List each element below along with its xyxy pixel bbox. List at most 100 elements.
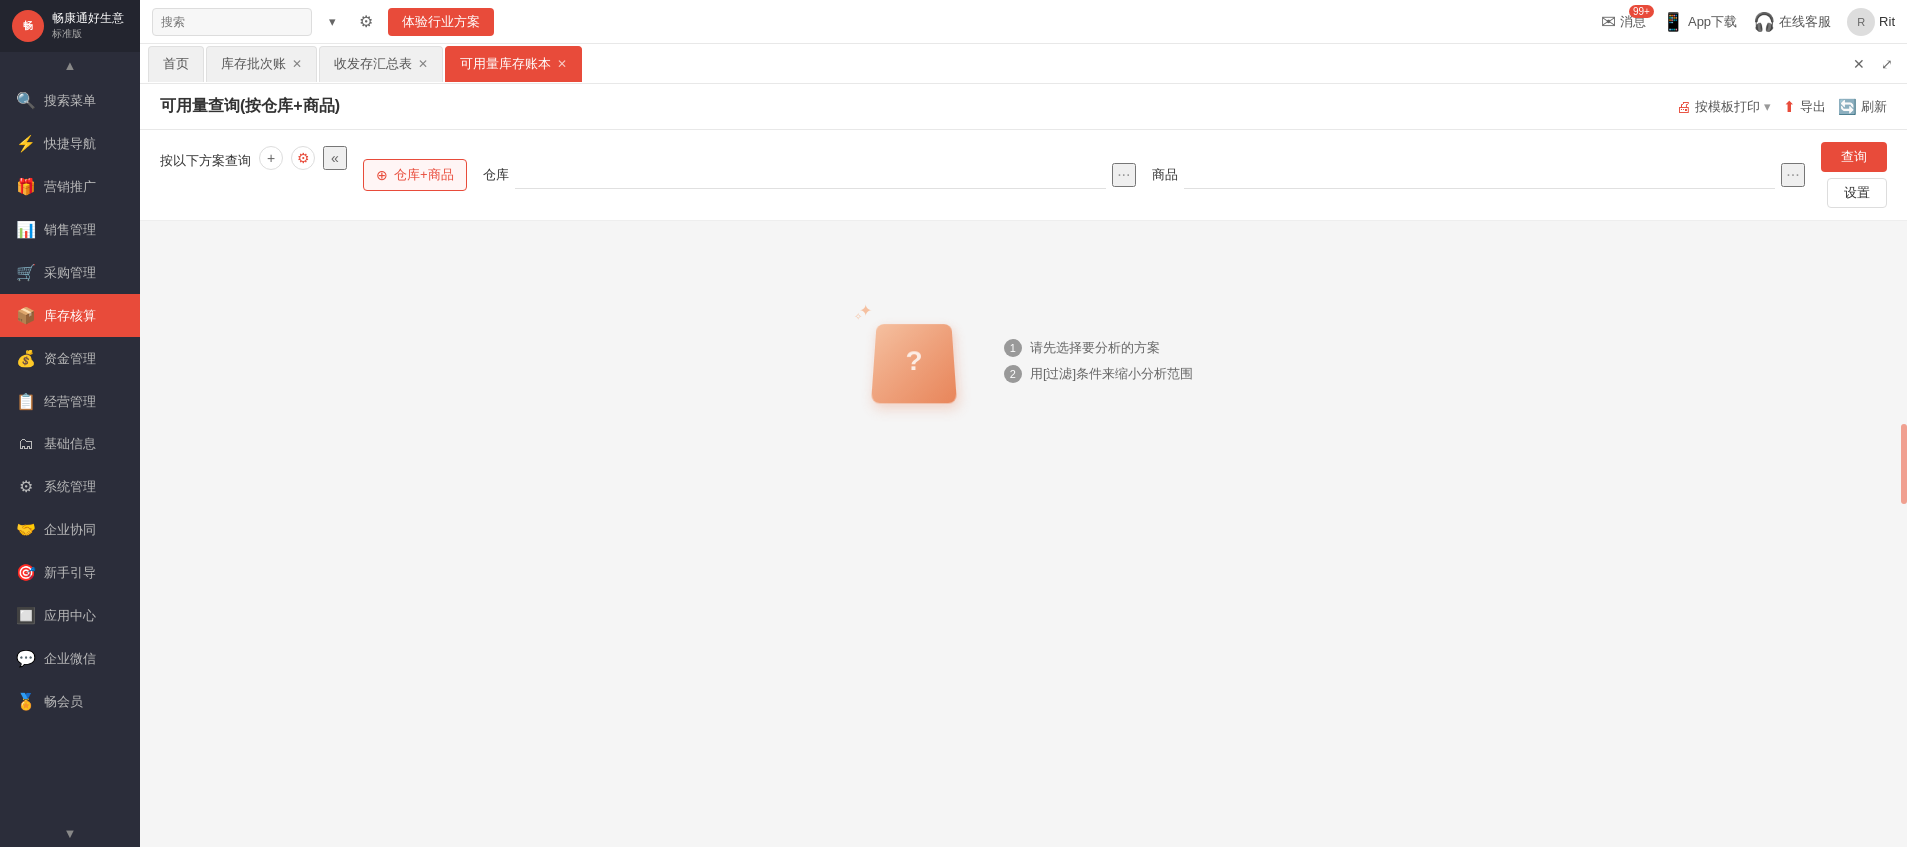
sidebar-item-label: 搜索菜单	[44, 92, 96, 110]
app-download-btn[interactable]: 📱 App下载	[1662, 11, 1737, 33]
print-template-btn[interactable]: 🖨 按模板打印 ▾	[1676, 98, 1771, 116]
sidebar-item-system[interactable]: ⚙ 系统管理	[0, 465, 140, 508]
scheme-settings-btn[interactable]: ⚙	[291, 146, 315, 170]
sidebar-scroll-down[interactable]: ▼	[0, 820, 140, 847]
sidebar-item-search[interactable]: 🔍 搜索菜单	[0, 79, 140, 122]
sidebar-item-label: 经营管理	[44, 393, 96, 411]
tab-batch-ledger[interactable]: 库存批次账 ✕	[206, 46, 317, 82]
service-icon: 🎧	[1753, 11, 1775, 33]
page-content: 可用量查询(按仓库+商品) 🖨 按模板打印 ▾ ⬆ 导出 🔄 刷新	[140, 84, 1907, 847]
tab-home-label: 首页	[163, 55, 189, 73]
scheme-collapse-btn[interactable]: «	[323, 146, 347, 170]
user-profile-btn[interactable]: R Rit	[1847, 8, 1895, 36]
tab-deposit-summary[interactable]: 收发存汇总表 ✕	[319, 46, 443, 82]
window-controls: ✕ ⤢	[1847, 52, 1907, 76]
print-icon: 🖨	[1676, 98, 1691, 115]
export-icon: ⬆	[1783, 98, 1796, 116]
tab-home[interactable]: 首页	[148, 46, 204, 82]
hint-text-1: 请先选择要分析的方案	[1030, 339, 1160, 357]
warehouse-label: 仓库	[483, 166, 509, 184]
export-btn[interactable]: ⬆ 导出	[1783, 98, 1826, 116]
sidebar: 畅 畅康通好生意 标准版 ▲ 🔍 搜索菜单 ⚡ 快捷导航 🎁 营销推广 📊 销售…	[0, 0, 140, 847]
sidebar-item-newbie[interactable]: 🎯 新手引导	[0, 551, 140, 594]
wechat-icon: 💬	[16, 649, 36, 668]
capital-icon: 💰	[16, 349, 36, 368]
page-header: 可用量查询(按仓库+商品) 🖨 按模板打印 ▾ ⬆ 导出 🔄 刷新	[140, 84, 1907, 130]
tab-available-ledger-label: 可用量库存账本	[460, 55, 551, 73]
sidebar-item-label: 资金管理	[44, 350, 96, 368]
mobile-icon: 📱	[1662, 11, 1684, 33]
main-content: ▾ ⚙ 体验行业方案 ✉ 消息 99+ 📱 App下载 🎧 在线客服 R Ri	[140, 0, 1907, 847]
sidebar-item-wechat[interactable]: 💬 企业微信	[0, 637, 140, 680]
filter-label: 按以下方案查询	[160, 146, 251, 170]
sidebar-item-basic[interactable]: 🗂 基础信息	[0, 423, 140, 465]
system-icon: ⚙	[16, 477, 36, 496]
empty-state: ✦ ✧ 1 请先选择要分析的方案 2 用[过滤]条件来缩小分析范围	[140, 221, 1907, 501]
sidebar-item-purchase[interactable]: 🛒 采购管理	[0, 251, 140, 294]
sidebar-item-shortcut[interactable]: ⚡ 快捷导航	[0, 122, 140, 165]
query-btn[interactable]: 查询	[1821, 142, 1887, 172]
hint-num-2: 2	[1004, 365, 1022, 383]
sidebar-item-label: 库存核算	[44, 307, 96, 325]
product-more-btn[interactable]: ···	[1781, 163, 1805, 187]
online-service-label: 在线客服	[1779, 13, 1831, 31]
sidebar-item-label: 企业微信	[44, 650, 96, 668]
refresh-btn[interactable]: 🔄 刷新	[1838, 98, 1887, 116]
sidebar-item-enterprise[interactable]: 🤝 企业协同	[0, 508, 140, 551]
product-label: 商品	[1152, 166, 1178, 184]
tab-batch-ledger-label: 库存批次账	[221, 55, 286, 73]
marketing-icon: 🎁	[16, 177, 36, 196]
sidebar-item-label: 企业协同	[44, 521, 96, 539]
product-input[interactable]	[1184, 161, 1775, 189]
sidebar-item-label: 系统管理	[44, 478, 96, 496]
app-logo: 畅	[12, 10, 44, 42]
window-maximize-btn[interactable]: ⤢	[1875, 52, 1899, 76]
settings-btn[interactable]: 设置	[1827, 178, 1887, 208]
search-icon: 🔍	[16, 91, 36, 110]
sidebar-item-label: 畅会员	[44, 693, 83, 711]
sidebar-item-operation[interactable]: 📋 经营管理	[0, 380, 140, 423]
app-title: 畅康通好生意	[52, 11, 124, 27]
avatar-initials: R	[1857, 16, 1865, 28]
topbar: ▾ ⚙ 体验行业方案 ✉ 消息 99+ 📱 App下载 🎧 在线客服 R Ri	[140, 0, 1907, 44]
warehouse-more-btn[interactable]: ···	[1112, 163, 1136, 187]
sidebar-menu: 🔍 搜索菜单 ⚡ 快捷导航 🎁 营销推广 📊 销售管理 🛒 采购管理 📦 库存核…	[0, 79, 140, 820]
search-dropdown-btn[interactable]: ▾	[320, 10, 344, 34]
online-service-btn[interactable]: 🎧 在线客服	[1753, 11, 1831, 33]
topbar-gear-btn[interactable]: ⚙	[352, 8, 380, 36]
apps-icon: 🔲	[16, 606, 36, 625]
filter-area: 按以下方案查询 + ⚙ « ⊕ 仓库+商品 仓库 ···	[140, 130, 1907, 221]
app-edition: 标准版	[52, 27, 124, 41]
sidebar-item-marketing[interactable]: 🎁 营销推广	[0, 165, 140, 208]
scheme-item-label: 仓库+商品	[394, 166, 454, 184]
purchase-icon: 🛒	[16, 263, 36, 282]
tab-batch-ledger-close[interactable]: ✕	[292, 57, 302, 71]
tab-deposit-summary-close[interactable]: ✕	[418, 57, 428, 71]
sidebar-item-sales[interactable]: 📊 销售管理	[0, 208, 140, 251]
tab-available-ledger-close[interactable]: ✕	[557, 57, 567, 71]
sidebar-item-label: 销售管理	[44, 221, 96, 239]
sidebar-item-inventory[interactable]: 📦 库存核算	[0, 294, 140, 337]
warehouse-input[interactable]	[515, 161, 1106, 189]
tab-deposit-summary-label: 收发存汇总表	[334, 55, 412, 73]
message-btn[interactable]: ✉ 消息 99+	[1601, 11, 1646, 33]
sidebar-item-member[interactable]: 🏅 畅会员	[0, 680, 140, 723]
member-icon: 🏅	[16, 692, 36, 711]
sidebar-scroll-up[interactable]: ▲	[0, 52, 140, 79]
window-close-btn[interactable]: ✕	[1847, 52, 1871, 76]
experience-btn[interactable]: 体验行业方案	[388, 8, 494, 36]
enterprise-icon: 🤝	[16, 520, 36, 539]
operation-icon: 📋	[16, 392, 36, 411]
scheme-add-btn[interactable]: +	[259, 146, 283, 170]
sidebar-item-label: 基础信息	[44, 435, 96, 453]
query-settings-group: 查询 设置	[1821, 142, 1887, 208]
shortcut-icon: ⚡	[16, 134, 36, 153]
empty-hint-2: 2 用[过滤]条件来缩小分析范围	[1004, 365, 1193, 383]
topbar-search-input[interactable]	[152, 8, 312, 36]
sidebar-item-apps[interactable]: 🔲 应用中心	[0, 594, 140, 637]
scheme-warehouse-product[interactable]: ⊕ 仓库+商品	[363, 159, 467, 191]
refresh-btn-label: 刷新	[1861, 98, 1887, 116]
sidebar-item-capital[interactable]: 💰 资金管理	[0, 337, 140, 380]
tab-available-ledger[interactable]: 可用量库存账本 ✕	[445, 46, 582, 82]
empty-illustration: ✦ ✧	[854, 301, 974, 401]
